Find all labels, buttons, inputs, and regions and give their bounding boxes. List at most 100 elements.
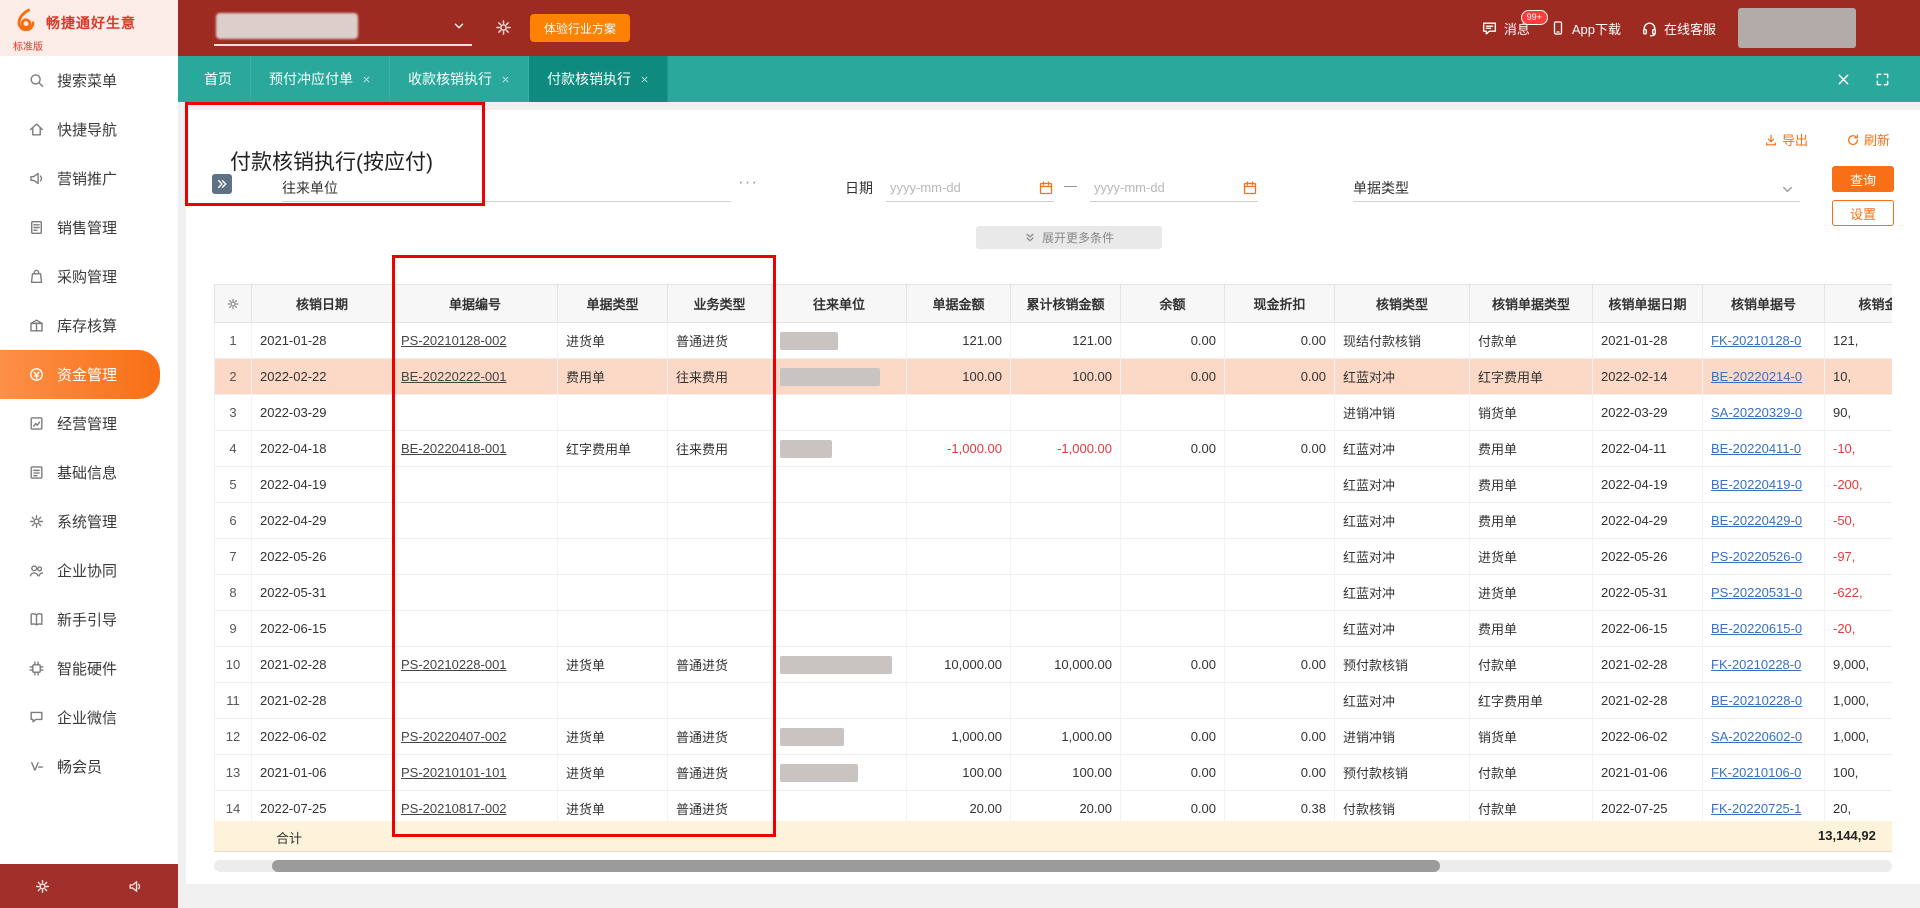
download-icon (1765, 134, 1776, 145)
cell-amount: 10,000.00 (906, 646, 1011, 683)
doc-no-link[interactable]: PS-20210228-001 (401, 657, 507, 672)
writeoff-doc-no-link[interactable]: BE-20220214-0 (1711, 369, 1802, 384)
industry-solution-button[interactable]: 体验行业方案 (530, 14, 631, 42)
cell-cash-discount: 0.00 (1224, 754, 1335, 791)
writeoff-doc-no-link[interactable]: PS-20220531-0 (1711, 585, 1802, 600)
tab-2[interactable]: 收款核销执行 (390, 56, 529, 102)
redacted-partner (780, 763, 858, 782)
speaker-icon[interactable] (127, 878, 144, 895)
sidebar-item-7[interactable]: 经营管理 (0, 399, 178, 448)
table-row-5[interactable]: 5 2022-04-19 红蓝对冲 费用单 2022-04-19 BE-20220419-… (214, 466, 1892, 503)
online-service-button[interactable]: 在线客服 (1641, 19, 1716, 38)
writeoff-doc-no-link[interactable]: BE-20210228-0 (1711, 693, 1802, 708)
table-row-6[interactable]: 6 2022-04-29 红蓝对冲 费用单 2022-04-29 BE-20220429-… (214, 502, 1892, 539)
table-row-7[interactable]: 7 2022-05-26 红蓝对冲 进货单 2022-05-26 PS-20220526-… (214, 538, 1892, 575)
refresh-button[interactable]: 刷新 (1846, 130, 1890, 149)
doc-no-link[interactable]: BE-20220222-001 (401, 369, 507, 384)
calendar-icon[interactable] (1242, 180, 1258, 196)
writeoff-doc-no-link[interactable]: SA-20220602-0 (1711, 729, 1802, 744)
gear-icon[interactable] (494, 18, 513, 37)
sidebar-item-9[interactable]: 系统管理 (0, 497, 178, 546)
table-row-3[interactable]: 3 2022-03-29 进销冲销 销货单 2022-03-29 SA-20220329-… (214, 394, 1892, 431)
cell-writeoff-doc-no: BE-20220419-0 (1702, 466, 1825, 503)
sidebar-item-13[interactable]: 企业微信 (0, 693, 178, 742)
redacted-org-name (216, 13, 358, 39)
cell-doc-type (557, 610, 668, 647)
date-to-input[interactable]: yyyy-mm-dd (1090, 174, 1258, 202)
calendar-icon[interactable] (1038, 180, 1054, 196)
doc-type-select[interactable] (1353, 201, 1800, 202)
gear-icon[interactable] (226, 297, 240, 311)
expand-more-conditions-button[interactable]: 展开更多条件 (976, 226, 1162, 249)
tab-label: 预付冲应付单 (269, 71, 353, 87)
sidebar-item-4[interactable]: 采购管理 (0, 252, 178, 301)
writeoff-doc-no-link[interactable]: PS-20220526-0 (1711, 549, 1802, 564)
horizontal-scrollbar-thumb[interactable] (272, 860, 1440, 872)
column-header-0[interactable] (214, 284, 252, 323)
sidebar-item-0[interactable]: 搜索菜单 (0, 56, 178, 105)
tab-3[interactable]: 付款核销执行 (529, 56, 668, 102)
sidebar-item-11[interactable]: 新手引导 (0, 595, 178, 644)
partner-picker-button[interactable]: ··· (738, 172, 758, 192)
cell-rownum: 3 (214, 394, 252, 431)
tab-1[interactable]: 预付冲应付单 (251, 56, 390, 102)
doc-no-link[interactable]: PS-20210128-002 (401, 333, 507, 348)
tab-0[interactable]: 首页 (186, 56, 251, 102)
fullscreen-icon[interactable] (1875, 72, 1890, 87)
partner-filter-input[interactable] (282, 201, 731, 202)
cell-cumulative-amount: -1,000.00 (1010, 430, 1121, 467)
table-row-4[interactable]: 4 2022-04-18 BE-20220418-001 红字费用单 往来费用 -1,00… (214, 430, 1892, 467)
sidebar-item-1[interactable]: 快捷导航 (0, 105, 178, 154)
writeoff-doc-no-link[interactable]: FK-20210228-0 (1711, 657, 1801, 672)
horizontal-scrollbar[interactable] (214, 860, 1892, 872)
export-button[interactable]: 导出 (1764, 130, 1808, 149)
table-row-1[interactable]: 1 2021-01-28 PS-20210128-002 进货单 普通进货 121.00 1… (214, 322, 1892, 359)
close-icon[interactable] (501, 75, 510, 84)
sidebar-item-5[interactable]: 库存核算 (0, 301, 178, 350)
cell-cash-discount (1224, 574, 1335, 611)
doc-no-link[interactable]: BE-20220418-001 (401, 441, 507, 456)
table-row-2[interactable]: 2 2022-02-22 BE-20220222-001 费用单 往来费用 100.00 1… (214, 358, 1892, 395)
sidebar-item-14[interactable]: 畅会员 (0, 742, 178, 791)
doc-no-link[interactable]: PS-20210101-101 (401, 765, 507, 780)
settings-button[interactable]: 设置 (1832, 200, 1894, 226)
table-row-9[interactable]: 9 2022-06-15 红蓝对冲 费用单 2022-06-15 BE-20220615-… (214, 610, 1892, 647)
sidebar-item-8[interactable]: 基础信息 (0, 448, 178, 497)
table-row-8[interactable]: 8 2022-05-31 红蓝对冲 进货单 2022-05-31 PS-20220531-… (214, 574, 1892, 611)
sidebar-item-2[interactable]: 营销推广 (0, 154, 178, 203)
table-row-13[interactable]: 13 2021-01-06 PS-20210101-101 进货单 普通进货 100.00… (214, 754, 1892, 791)
settings-gear-icon[interactable] (34, 878, 51, 895)
expand-filters-icon[interactable] (212, 174, 232, 194)
writeoff-doc-no-link[interactable]: BE-20220419-0 (1711, 477, 1802, 492)
writeoff-doc-no-link[interactable]: FK-20220725-1 (1711, 801, 1801, 816)
column-header-6: 单据金额 (906, 284, 1011, 323)
writeoff-doc-no-link[interactable]: BE-20220615-0 (1711, 621, 1802, 636)
search-button[interactable]: 查询 (1832, 166, 1894, 192)
cell-verify-date: 2021-01-06 (251, 754, 393, 791)
writeoff-doc-no-link[interactable]: FK-20210106-0 (1711, 765, 1801, 780)
doc-no-link[interactable]: PS-20220407-002 (401, 729, 507, 744)
date-from-input[interactable]: yyyy-mm-dd (886, 174, 1054, 202)
table-row-10[interactable]: 10 2021-02-28 PS-20210228-001 进货单 普通进货 10,000… (214, 646, 1892, 683)
organization-select[interactable] (214, 10, 472, 46)
close-all-tabs-icon[interactable] (1836, 72, 1851, 87)
sidebar-item-3[interactable]: 销售管理 (0, 203, 178, 252)
writeoff-doc-no-link[interactable]: SA-20220329-0 (1711, 405, 1802, 420)
writeoff-doc-no-link[interactable]: BE-20220429-0 (1711, 513, 1802, 528)
cell-cumulative-amount: 100.00 (1010, 358, 1121, 395)
cell-partner (771, 466, 907, 503)
table-row-12[interactable]: 12 2022-06-02 PS-20220407-002 进货单 普通进货 1,000.… (214, 718, 1892, 755)
writeoff-doc-no-link[interactable]: FK-20210128-0 (1711, 333, 1801, 348)
chevron-down-icon[interactable] (1780, 182, 1795, 197)
app-download-button[interactable]: App下载 (1550, 19, 1621, 38)
writeoff-doc-no-link[interactable]: BE-20220411-0 (1711, 441, 1801, 456)
sidebar-item-6[interactable]: 资金管理 (0, 350, 160, 399)
close-icon[interactable] (640, 75, 649, 84)
doc-no-link[interactable]: PS-20210817-002 (401, 801, 507, 816)
close-icon[interactable] (362, 75, 371, 84)
messages-button[interactable]: 99+ 消息 (1481, 9, 1548, 38)
table-row-11[interactable]: 11 2021-02-28 红蓝对冲 红字费用单 2021-02-28 BE-202102… (214, 682, 1892, 719)
sidebar-item-10[interactable]: 企业协同 (0, 546, 178, 595)
sidebar-item-12[interactable]: 智能硬件 (0, 644, 178, 693)
cell-cumulative-amount (1010, 394, 1121, 431)
